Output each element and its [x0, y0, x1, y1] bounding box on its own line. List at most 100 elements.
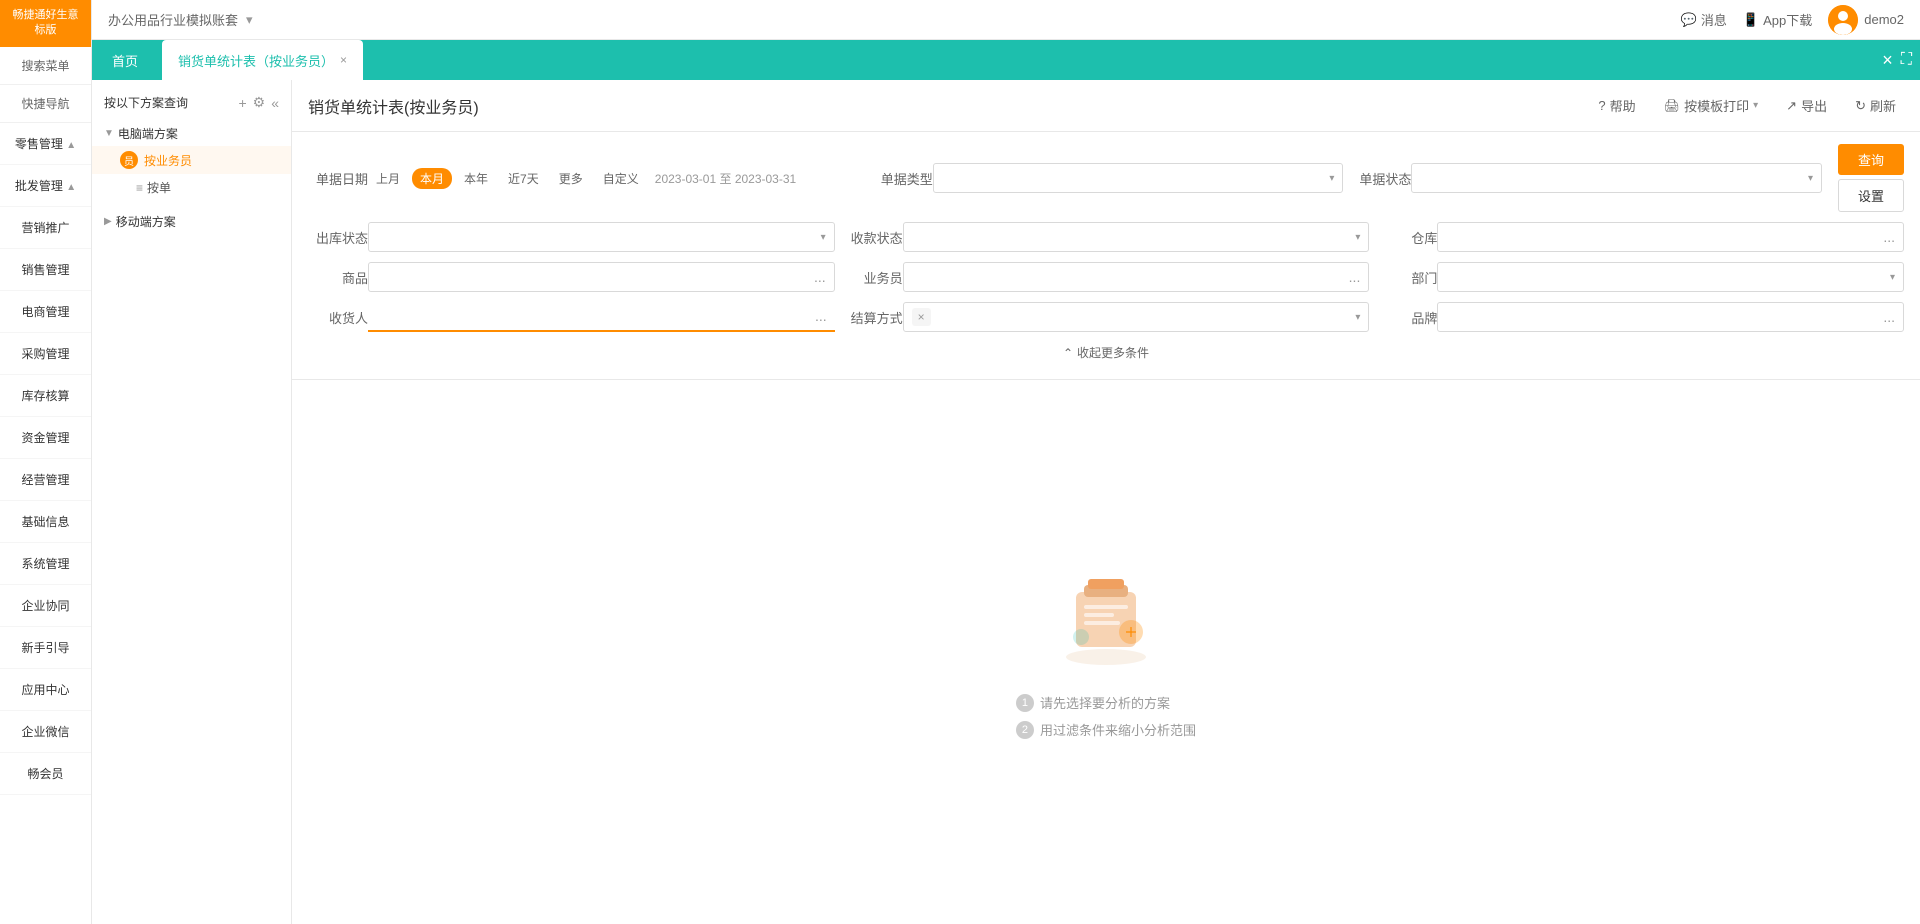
doc-status-select[interactable]: ▾	[1411, 163, 1822, 193]
department-select[interactable]: ▾	[1437, 262, 1904, 292]
sidebar-item-inventory[interactable]: 库存核算	[0, 375, 91, 417]
scheme-item-salesperson[interactable]: 员 按业务员	[92, 146, 291, 174]
pc-scheme-toggle[interactable]: ▼ 电脑端方案	[92, 121, 291, 146]
dropdown-icon[interactable]: ▾	[246, 12, 253, 28]
header-right: 💬 消息 📱 App下载 demo2	[1681, 5, 1904, 35]
user-area[interactable]: demo2	[1828, 5, 1904, 35]
doc-status-group: 单据状态 ▾	[1351, 163, 1822, 193]
sidebar-item-apps[interactable]: 应用中心	[0, 669, 91, 711]
sidebar-item-marketing[interactable]: 营销推广	[0, 207, 91, 249]
print-icon: 🖨	[1664, 98, 1681, 114]
settings-scheme-btn[interactable]: ⚙	[253, 94, 266, 111]
date-last-7days[interactable]: 近7天	[500, 168, 547, 189]
tab-active[interactable]: 销货单统计表（按业务员） ×	[162, 40, 363, 80]
tab-home[interactable]: 首页	[92, 40, 158, 80]
recipient-label: 收货人	[308, 308, 368, 327]
salesperson-dots[interactable]: ...	[1349, 269, 1361, 285]
sidebar-item-retail[interactable]: 零售管理 ▲	[0, 123, 91, 165]
warehouse-select[interactable]: ...	[1437, 222, 1904, 252]
payment-status-chevron: ▾	[1355, 232, 1360, 243]
settlement-chevron: ▾	[1355, 312, 1360, 323]
tip-text-1: 请先选择要分析的方案	[1040, 693, 1170, 712]
logo-area[interactable]: 畅捷通好生意 标版	[0, 0, 91, 47]
messages-btn[interactable]: 💬 消息	[1681, 10, 1727, 29]
goods-dots[interactable]: ...	[814, 269, 826, 285]
sidebar-item-sales[interactable]: 销售管理	[0, 249, 91, 291]
refresh-btn[interactable]: ↻ 刷新	[1847, 92, 1904, 119]
tab-close-btn[interactable]: ×	[340, 53, 347, 67]
expand-icon: ▲	[66, 140, 76, 151]
date-this-month[interactable]: 本月	[412, 168, 452, 189]
tab-bar: 首页 销货单统计表（按业务员） × × ⛶	[92, 40, 1920, 80]
panel-header: 按以下方案查询 + ⚙ «	[92, 88, 291, 117]
collapse-panel-btn[interactable]: «	[271, 95, 279, 111]
quick-nav-btn[interactable]: 快捷导航	[0, 85, 91, 123]
sidebar-item-wechat[interactable]: 企业微信	[0, 711, 91, 753]
brand-dots[interactable]: ...	[1883, 309, 1895, 325]
doc-type-select[interactable]: ▾	[933, 163, 1344, 193]
close-window-btn[interactable]: ×	[1882, 50, 1893, 71]
order-scheme-icon: ≡	[136, 181, 143, 195]
sidebar-item-purchase[interactable]: 采购管理	[0, 333, 91, 375]
department-group: 部门 ▾	[1377, 262, 1904, 292]
sidebar-item-member[interactable]: 畅会员	[0, 753, 91, 795]
salesperson-select[interactable]: ...	[903, 262, 1370, 292]
settings-btn[interactable]: 设置	[1838, 179, 1904, 212]
date-this-year[interactable]: 本年	[456, 168, 496, 189]
add-scheme-btn[interactable]: +	[238, 95, 246, 111]
query-btn[interactable]: 查询	[1838, 144, 1904, 175]
date-last-month[interactable]: 上月	[368, 168, 408, 189]
settlement-group: 结算方式 × ▾	[843, 302, 1370, 332]
date-custom[interactable]: 自定义	[595, 168, 647, 189]
warehouse-group: 仓库 ...	[1377, 222, 1904, 252]
avatar	[1828, 5, 1858, 35]
warehouse-dots[interactable]: ...	[1883, 229, 1895, 245]
date-range-display: 2023-03-01 至 2023-03-31	[655, 170, 796, 187]
goods-select[interactable]: ...	[368, 262, 835, 292]
sidebar-item-basic[interactable]: 基础信息	[0, 501, 91, 543]
mobile-scheme-toggle[interactable]: ▶ 移动端方案	[92, 209, 291, 234]
date-area: 上月 本月 本年 近7天 更多 自定义 2023-03-01 至 2023-03…	[368, 168, 873, 189]
brand-group: 品牌 ...	[1377, 302, 1904, 332]
date-filter-group: 单据日期 上月 本月 本年 近7天 更多 自定义 2023-03-01 至 20…	[308, 168, 873, 189]
industry-label: 办公用品行业模拟账套	[108, 10, 238, 29]
recipient-dots[interactable]: ...	[815, 308, 827, 324]
sidebar-item-ecommerce[interactable]: 电商管理	[0, 291, 91, 333]
export-btn[interactable]: ↗ 导出	[1778, 92, 1835, 119]
payment-status-select[interactable]: ▾	[903, 222, 1370, 252]
top-header: 办公用品行业模拟账套 ▾ 💬 消息 📱 App下载 demo2	[92, 0, 1920, 40]
sidebar-item-newbie[interactable]: 新手引导	[0, 627, 91, 669]
app-download-btn[interactable]: 📱 App下载	[1743, 10, 1812, 29]
scheme-item-salesperson-label: 按业务员	[144, 152, 192, 169]
query-settings-group: 查询 设置	[1838, 144, 1904, 212]
empty-illustration	[1046, 557, 1166, 677]
sidebar-item-finance[interactable]: 资金管理	[0, 417, 91, 459]
sidebar-item-enterprise[interactable]: 企业协同	[0, 585, 91, 627]
refresh-icon: ↻	[1855, 98, 1866, 114]
help-icon: ?	[1598, 98, 1605, 113]
refresh-label: 刷新	[1870, 96, 1896, 115]
print-btn[interactable]: 🖨 按模板打印 ▾	[1656, 92, 1767, 119]
settlement-select[interactable]: × ▾	[903, 302, 1370, 332]
maximize-btn[interactable]: ⛶	[1901, 51, 1912, 69]
settlement-tag-close[interactable]: ×	[918, 310, 925, 324]
sidebar-item-wholesale[interactable]: 批发管理 ▲	[0, 165, 91, 207]
help-btn[interactable]: ? 帮助	[1590, 92, 1643, 119]
out-status-select[interactable]: ▾	[368, 222, 835, 252]
payment-status-label: 收款状态	[843, 228, 903, 247]
goods-group: 商品 ...	[308, 262, 835, 292]
search-menu-btn[interactable]: 搜索菜单	[0, 47, 91, 85]
date-more[interactable]: 更多	[551, 168, 591, 189]
recipient-group: 收货人 ...	[308, 302, 835, 332]
pc-scheme-group: ▼ 电脑端方案 员 按业务员 ≡ 按单	[92, 117, 291, 205]
brand-select[interactable]: ...	[1437, 302, 1904, 332]
empty-tip-1: 1 请先选择要分析的方案	[1016, 693, 1196, 712]
collapse-bar[interactable]: ⌃ 收起更多条件	[308, 338, 1904, 367]
scheme-item-order-label: 按单	[147, 179, 171, 196]
panel-header-label: 按以下方案查询	[104, 94, 188, 111]
department-label: 部门	[1377, 268, 1437, 287]
sidebar-item-operations[interactable]: 经营管理	[0, 459, 91, 501]
scheme-item-order[interactable]: ≡ 按单	[92, 174, 291, 201]
sidebar-item-system[interactable]: 系统管理	[0, 543, 91, 585]
recipient-input[interactable]: ...	[368, 302, 835, 332]
